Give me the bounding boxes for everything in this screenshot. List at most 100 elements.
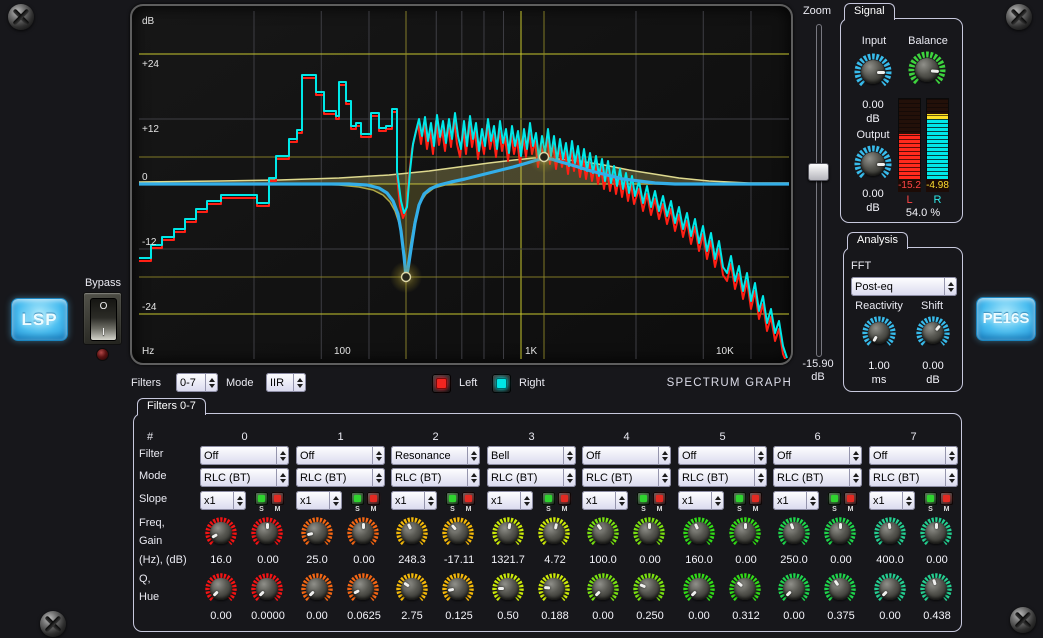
filter-slope-spin-0[interactable]: x1 <box>200 491 246 510</box>
spinner-arrows[interactable] <box>658 468 671 487</box>
q-knob-5[interactable] <box>682 572 716 606</box>
hue-knob-6[interactable] <box>823 572 857 606</box>
freq-knob-0[interactable] <box>204 516 238 550</box>
filter-type-select-7[interactable]: Off <box>869 446 958 465</box>
filter-mode-select-6[interactable]: RLC (BT) <box>773 468 862 487</box>
spinner-arrows[interactable] <box>945 446 958 465</box>
filter-type-select-0[interactable]: Off <box>200 446 289 465</box>
hue-knob-5[interactable] <box>728 572 762 606</box>
gain-knob-5[interactable] <box>728 516 762 550</box>
bypass-switch[interactable]: OI <box>83 292 122 345</box>
spinner-arrows[interactable] <box>944 277 957 296</box>
spinner-arrows[interactable] <box>945 468 958 487</box>
gain-knob-3[interactable] <box>537 516 571 550</box>
spinner-arrows[interactable] <box>754 468 767 487</box>
freq-knob-1[interactable] <box>300 516 334 550</box>
spinner-arrows[interactable] <box>372 468 385 487</box>
balance-knob[interactable] <box>907 50 947 90</box>
pe16s-button[interactable]: PE16S <box>976 297 1036 341</box>
gain-knob-1[interactable] <box>346 516 380 550</box>
filter-marker[interactable] <box>540 153 549 162</box>
solo-button-2[interactable] <box>446 492 459 505</box>
input-knob[interactable] <box>853 52 893 92</box>
filter-slope-spin-5[interactable]: x1 <box>678 491 724 510</box>
reactivity-knob[interactable] <box>861 315 897 351</box>
q-knob-2[interactable] <box>395 572 429 606</box>
filter-mode-select-1[interactable]: RLC (BT) <box>296 468 385 487</box>
zoom-slider[interactable] <box>816 24 822 357</box>
spinner-arrows[interactable] <box>372 446 385 465</box>
spinner-arrows[interactable] <box>205 373 218 392</box>
filter-slope-spin-4[interactable]: x1 <box>582 491 628 510</box>
filter-marker[interactable] <box>402 273 411 282</box>
mute-button-7[interactable] <box>940 492 953 505</box>
q-knob-0[interactable] <box>204 572 238 606</box>
spinner-arrows[interactable] <box>467 468 480 487</box>
filter-mode-select-4[interactable]: RLC (BT) <box>582 468 671 487</box>
spinner-arrows[interactable] <box>754 446 767 465</box>
hue-knob-7[interactable] <box>919 572 953 606</box>
fft-mode-select[interactable]: Post-eq <box>851 277 957 296</box>
filter-type-select-6[interactable]: Off <box>773 446 862 465</box>
spinner-arrows[interactable] <box>563 446 576 465</box>
filter-type-select-3[interactable]: Bell <box>487 446 576 465</box>
q-knob-1[interactable] <box>300 572 334 606</box>
spinner-arrows[interactable] <box>615 491 628 510</box>
spinner-arrows[interactable] <box>276 468 289 487</box>
spinner-arrows[interactable] <box>658 446 671 465</box>
hue-knob-2[interactable] <box>441 572 475 606</box>
filter-slope-spin-3[interactable]: x1 <box>487 491 533 510</box>
hue-knob-1[interactable] <box>346 572 380 606</box>
filters-page-spin[interactable]: 0-7 <box>176 373 218 392</box>
solo-button-4[interactable] <box>637 492 650 505</box>
zoom-slider-handle[interactable] <box>808 163 829 181</box>
mute-button-2[interactable] <box>462 492 475 505</box>
freq-knob-4[interactable] <box>586 516 620 550</box>
shift-knob[interactable] <box>915 315 951 351</box>
mute-button-0[interactable] <box>271 492 284 505</box>
freq-knob-3[interactable] <box>491 516 525 550</box>
filter-type-select-5[interactable]: Off <box>678 446 767 465</box>
mute-button-5[interactable] <box>749 492 762 505</box>
filter-type-select-1[interactable]: Off <box>296 446 385 465</box>
solo-button-6[interactable] <box>828 492 841 505</box>
output-knob[interactable] <box>853 144 893 184</box>
solo-button-1[interactable] <box>351 492 364 505</box>
filter-type-select-4[interactable]: Off <box>582 446 671 465</box>
hue-knob-3[interactable] <box>537 572 571 606</box>
filter-mode-select-3[interactable]: RLC (BT) <box>487 468 576 487</box>
spectrum-graph-canvas[interactable]: dBHz+24+120-12-241001K10K <box>139 11 789 359</box>
filter-mode-select-7[interactable]: RLC (BT) <box>869 468 958 487</box>
filter-type-select-2[interactable]: Resonance <box>391 446 480 465</box>
bypass-rocker[interactable]: OI <box>90 298 117 341</box>
solo-button-3[interactable] <box>542 492 555 505</box>
spinner-arrows[interactable] <box>424 491 437 510</box>
filter-slope-spin-7[interactable]: x1 <box>869 491 915 510</box>
q-knob-3[interactable] <box>491 572 525 606</box>
spinner-arrows[interactable] <box>467 446 480 465</box>
spinner-arrows[interactable] <box>849 468 862 487</box>
freq-knob-2[interactable] <box>395 516 429 550</box>
mute-button-6[interactable] <box>844 492 857 505</box>
solo-button-5[interactable] <box>733 492 746 505</box>
freq-knob-6[interactable] <box>777 516 811 550</box>
mute-button-3[interactable] <box>558 492 571 505</box>
hue-knob-4[interactable] <box>632 572 666 606</box>
q-knob-7[interactable] <box>873 572 907 606</box>
gain-knob-0[interactable] <box>250 516 284 550</box>
spinner-arrows[interactable] <box>563 468 576 487</box>
filter-slope-spin-1[interactable]: x1 <box>296 491 342 510</box>
q-knob-4[interactable] <box>586 572 620 606</box>
spinner-arrows[interactable] <box>233 491 246 510</box>
mute-button-1[interactable] <box>367 492 380 505</box>
spinner-arrows[interactable] <box>902 491 915 510</box>
legend-left-button[interactable] <box>432 374 451 393</box>
filter-mode-select-5[interactable]: RLC (BT) <box>678 468 767 487</box>
spinner-arrows[interactable] <box>806 491 819 510</box>
spinner-arrows[interactable] <box>293 373 306 392</box>
spinner-arrows[interactable] <box>849 446 862 465</box>
filter-mode-select-0[interactable]: RLC (BT) <box>200 468 289 487</box>
gain-knob-6[interactable] <box>823 516 857 550</box>
gain-knob-7[interactable] <box>919 516 953 550</box>
filter-mode-select-2[interactable]: RLC (BT) <box>391 468 480 487</box>
